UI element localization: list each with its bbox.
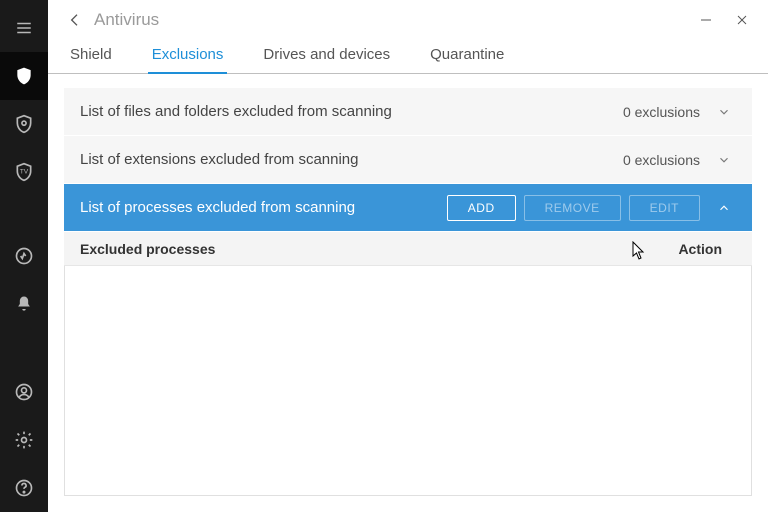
col-action: Action: [678, 241, 722, 257]
section-files-label: List of files and folders excluded from …: [80, 103, 392, 120]
tab-exclusions[interactable]: Exclusions: [150, 40, 226, 73]
minimize-button[interactable]: [688, 2, 724, 38]
edit-button: EDIT: [629, 195, 700, 221]
svg-text:TV: TV: [20, 169, 29, 176]
account-icon[interactable]: [0, 368, 48, 416]
notifications-icon[interactable]: [0, 280, 48, 328]
close-button[interactable]: [724, 2, 760, 38]
settings-icon[interactable]: [0, 416, 48, 464]
help-icon[interactable]: [0, 464, 48, 512]
section-ext-count: 0 exclusions: [623, 152, 700, 168]
safekids-icon[interactable]: TV: [0, 148, 48, 196]
section-proc-label: List of processes excluded from scanning: [80, 199, 355, 216]
section-extensions[interactable]: List of extensions excluded from scannin…: [64, 136, 752, 184]
privacy-icon[interactable]: [0, 100, 48, 148]
menu-icon[interactable]: [0, 4, 48, 52]
table-header: Excluded processes Action: [64, 232, 752, 266]
chevron-down-icon: [712, 105, 736, 119]
add-button[interactable]: ADD: [447, 195, 516, 221]
tab-shield[interactable]: Shield: [68, 40, 114, 73]
page-title: Antivirus: [94, 10, 159, 30]
back-button[interactable]: [62, 7, 88, 33]
chevron-up-icon: [712, 201, 736, 215]
button-group: ADD REMOVE EDIT: [447, 195, 700, 221]
table-body: [64, 266, 752, 496]
section-files-count: 0 exclusions: [623, 104, 700, 120]
col-processes: Excluded processes: [80, 241, 215, 257]
tabs: Shield Exclusions Drives and devices Qua…: [48, 40, 768, 74]
content: List of files and folders excluded from …: [48, 74, 768, 512]
shield-icon[interactable]: [0, 52, 48, 100]
sidebar: TV: [0, 0, 48, 512]
remove-button: REMOVE: [524, 195, 621, 221]
main-panel: Antivirus Shield Exclusions Drives and d…: [48, 0, 768, 512]
performance-icon[interactable]: [0, 232, 48, 280]
titlebar: Antivirus: [48, 0, 768, 40]
section-ext-label: List of extensions excluded from scannin…: [80, 151, 359, 168]
tab-drives[interactable]: Drives and devices: [261, 40, 392, 73]
tab-quarantine[interactable]: Quarantine: [428, 40, 506, 73]
section-processes[interactable]: List of processes excluded from scanning…: [64, 184, 752, 232]
section-files[interactable]: List of files and folders excluded from …: [64, 88, 752, 136]
chevron-down-icon: [712, 153, 736, 167]
